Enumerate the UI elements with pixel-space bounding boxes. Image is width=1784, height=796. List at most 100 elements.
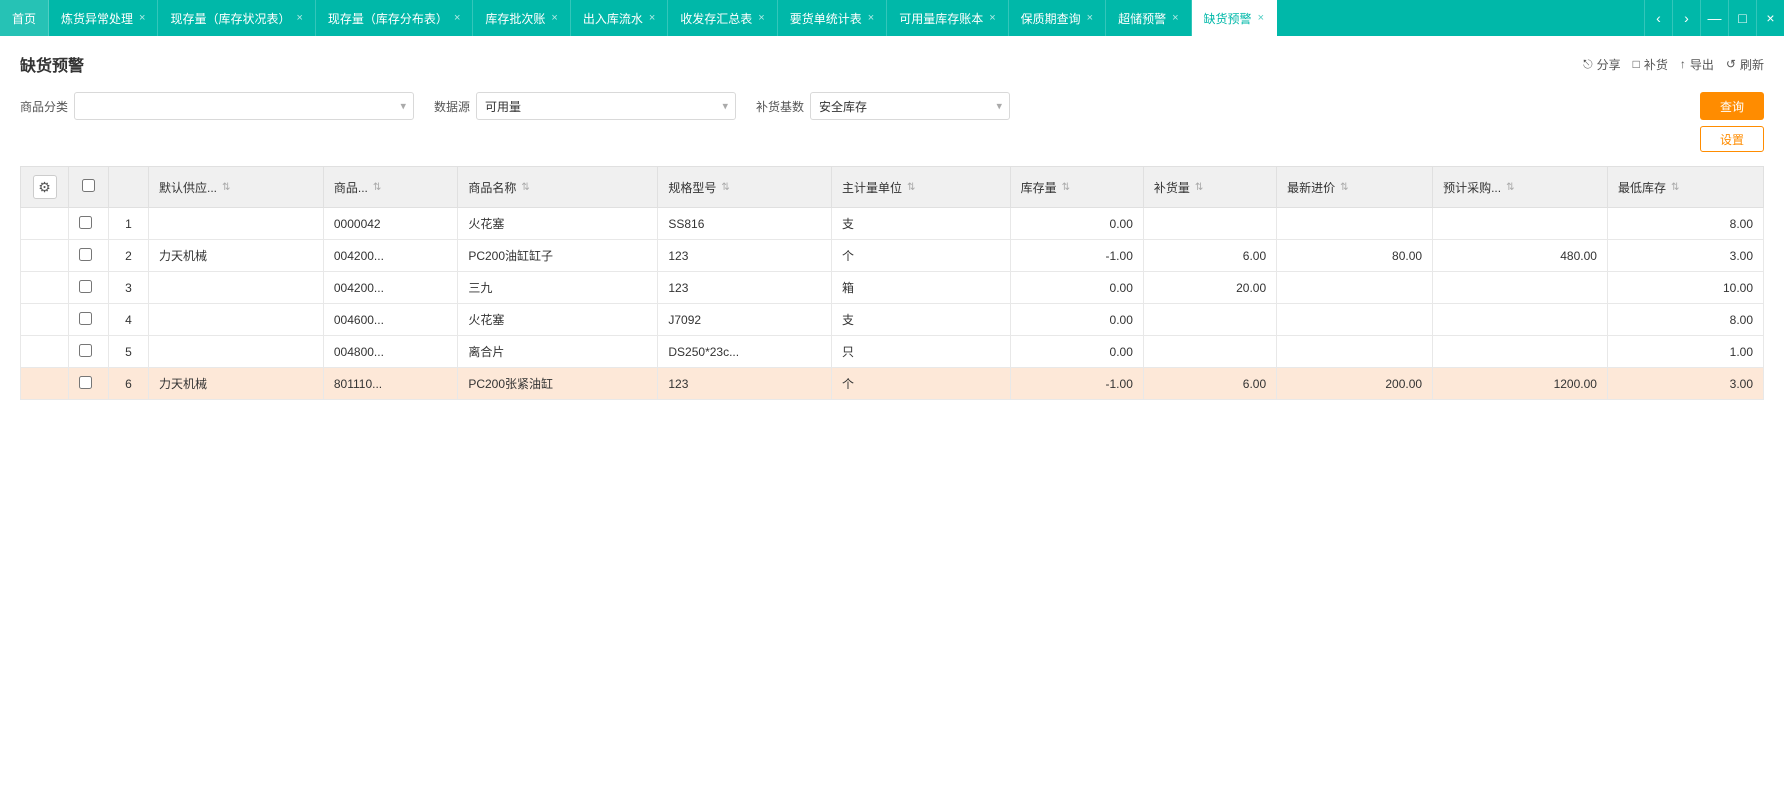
row-checkbox[interactable] (79, 376, 92, 389)
row-checkbox[interactable] (79, 216, 92, 229)
td-estimated-purchase (1433, 272, 1608, 304)
select-all-checkbox[interactable] (82, 179, 95, 192)
td-product-name: PC200油缸缸子 (458, 240, 658, 272)
close-tab-stock-status[interactable]: × (296, 12, 302, 24)
th-latest-price[interactable]: 最新进价 ⇅ (1277, 167, 1433, 208)
category-select[interactable] (74, 92, 414, 120)
td-min-stock: 3.00 (1607, 240, 1763, 272)
tab-collect-total[interactable]: 收发存汇总表 × (668, 0, 777, 36)
td-unit: 个 (831, 240, 1010, 272)
td-replenish-qty (1143, 304, 1276, 336)
td-row-num: 3 (109, 272, 149, 304)
tab-maximize-button[interactable]: □ (1728, 0, 1756, 36)
th-product-code[interactable]: 商品... ⇅ (323, 167, 457, 208)
td-min-stock: 10.00 (1607, 272, 1763, 304)
tab-available-ledger[interactable]: 可用量库存账本 × (887, 0, 1008, 36)
th-default-supplier[interactable]: 默认供应... ⇅ (149, 167, 324, 208)
export-action[interactable]: ↑ 导出 (1680, 56, 1714, 73)
query-button[interactable]: 查询 (1700, 92, 1764, 120)
tab-minimize-button[interactable]: — (1700, 0, 1728, 36)
td-product-name: 离合片 (458, 336, 658, 368)
th-replenish-qty[interactable]: 补货量 ⇅ (1143, 167, 1276, 208)
tab-stock-status[interactable]: 现存量（库存状况表） × (158, 0, 315, 36)
close-tab-order-stats[interactable]: × (868, 12, 874, 24)
close-tab-abnormal[interactable]: × (139, 12, 145, 24)
share-action[interactable]: ⎋ 分享 (1583, 56, 1621, 73)
tab-order-stats[interactable]: 要货单统计表 × (778, 0, 887, 36)
replenish-base-select[interactable]: 安全库存 (810, 92, 1010, 120)
td-product-name: PC200张紧油缸 (458, 368, 658, 400)
th-spec[interactable]: 规格型号 ⇅ (658, 167, 832, 208)
tab-batch-account[interactable]: 库存批次账 × (473, 0, 570, 36)
td-row-num: 1 (109, 208, 149, 240)
close-tab-collect-total[interactable]: × (758, 12, 764, 24)
close-tab-inout-flow[interactable]: × (649, 12, 655, 24)
td-latest-price (1277, 304, 1433, 336)
tab-overstock[interactable]: 超储预警 × (1106, 0, 1191, 36)
td-row-check[interactable] (69, 304, 109, 336)
td-row-check[interactable] (69, 336, 109, 368)
td-product-name: 三九 (458, 272, 658, 304)
tab-stock-dist[interactable]: 现存量（库存分布表） × (316, 0, 473, 36)
close-tab-overstock[interactable]: × (1172, 12, 1178, 24)
td-stock-qty: -1.00 (1010, 240, 1143, 272)
column-settings-gear[interactable]: ⚙ (33, 175, 57, 199)
td-row-check[interactable] (69, 240, 109, 272)
td-estimated-purchase: 1200.00 (1433, 368, 1608, 400)
td-replenish-qty: 6.00 (1143, 240, 1276, 272)
replenish-base-select-wrapper: 安全库存 ▾ (810, 92, 1010, 120)
td-product-code: 004600... (323, 304, 457, 336)
refresh-action[interactable]: ↺ 刷新 (1726, 56, 1764, 73)
category-filter-group: 商品分类 ▾ (20, 92, 414, 120)
td-default-supplier (149, 304, 324, 336)
th-settings[interactable]: ⚙ (21, 167, 69, 208)
th-estimated-purchase[interactable]: 预计采购... ⇅ (1433, 167, 1608, 208)
tab-prev-button[interactable]: ‹ (1644, 0, 1672, 36)
td-spec: DS250*23c... (658, 336, 832, 368)
row-checkbox[interactable] (79, 312, 92, 325)
td-row-check[interactable] (69, 208, 109, 240)
tab-close-button[interactable]: × (1756, 0, 1784, 36)
th-product-name[interactable]: 商品名称 ⇅ (458, 167, 658, 208)
td-row-check[interactable] (69, 368, 109, 400)
td-spec: 123 (658, 240, 832, 272)
replenish-action[interactable]: □ 补货 (1633, 56, 1668, 73)
row-checkbox[interactable] (79, 344, 92, 357)
sort-spec-icon: ⇅ (721, 182, 729, 193)
tab-expiry-query[interactable]: 保质期查询 × (1009, 0, 1106, 36)
th-stock-qty[interactable]: 库存量 ⇅ (1010, 167, 1143, 208)
refresh-icon: ↺ (1726, 57, 1736, 71)
td-latest-price (1277, 272, 1433, 304)
td-row-num: 4 (109, 304, 149, 336)
td-min-stock: 8.00 (1607, 208, 1763, 240)
close-tab-stock-dist[interactable]: × (454, 12, 460, 24)
th-min-stock[interactable]: 最低库存 ⇅ (1607, 167, 1763, 208)
close-tab-shortage[interactable]: × (1258, 12, 1264, 24)
category-select-wrapper: ▾ (74, 92, 414, 120)
th-check[interactable] (69, 167, 109, 208)
td-row-num: 6 (109, 368, 149, 400)
tab-shortage[interactable]: 缺货预警 × (1192, 0, 1277, 36)
close-tab-expiry-query[interactable]: × (1087, 12, 1093, 24)
td-default-supplier (149, 272, 324, 304)
close-tab-batch-account[interactable]: × (551, 12, 557, 24)
td-replenish-qty: 6.00 (1143, 368, 1276, 400)
filter-area: 商品分类 ▾ 数据源 可用量 ▾ 补货基数 安全库存 (20, 92, 1764, 152)
row-checkbox[interactable] (79, 280, 92, 293)
tab-home[interactable]: 首页 (0, 0, 49, 36)
settings-button[interactable]: 设置 (1700, 126, 1764, 152)
tab-abnormal[interactable]: 炼货异常处理 × (49, 0, 158, 36)
td-row-check[interactable] (69, 272, 109, 304)
row-checkbox[interactable] (79, 248, 92, 261)
share-icon: ⎋ (1583, 57, 1593, 72)
datasource-select[interactable]: 可用量 (476, 92, 736, 120)
td-min-stock: 3.00 (1607, 368, 1763, 400)
td-row-settings (21, 336, 69, 368)
th-unit[interactable]: 主计量单位 ⇅ (831, 167, 1010, 208)
tab-next-button[interactable]: › (1672, 0, 1700, 36)
sort-latest-price-icon: ⇅ (1340, 182, 1348, 193)
close-tab-available-ledger[interactable]: × (989, 12, 995, 24)
td-product-code: 0000042 (323, 208, 457, 240)
tab-inout-flow[interactable]: 出入库流水 × (571, 0, 668, 36)
page-title: 缺货预警 (20, 52, 84, 76)
